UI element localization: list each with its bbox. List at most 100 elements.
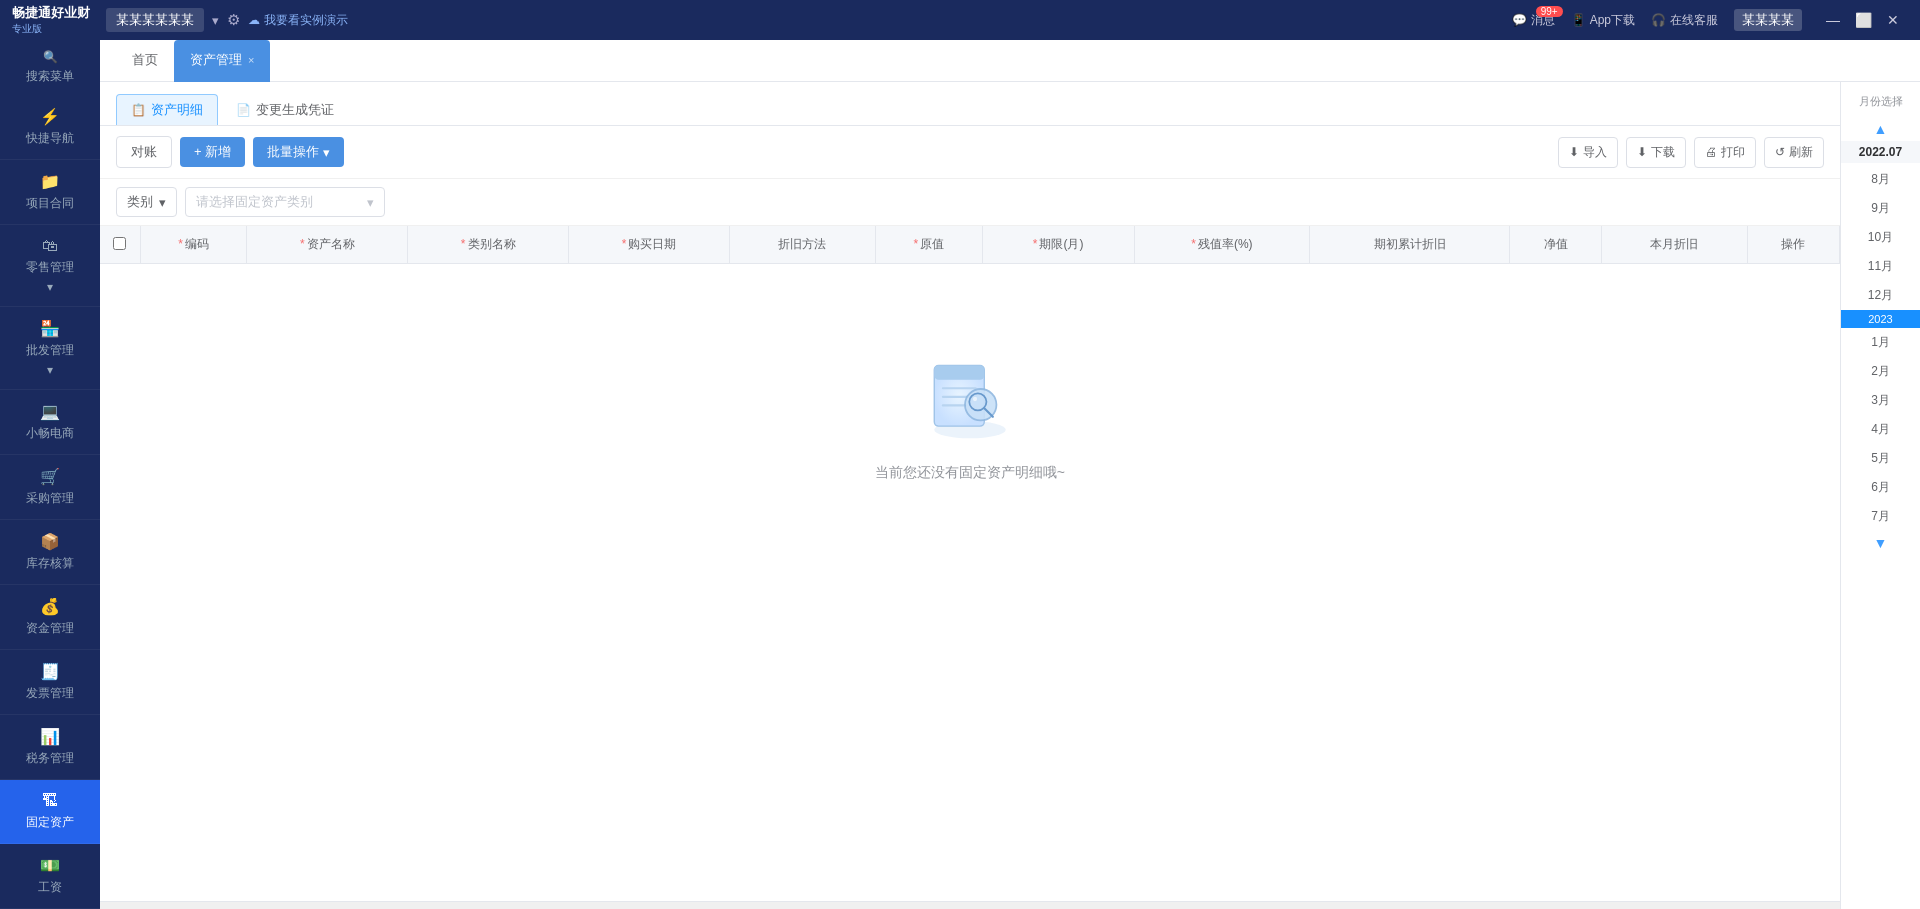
- refresh-icon: ↺: [1775, 145, 1785, 159]
- sidebar-item-salary[interactable]: 💵 工资: [0, 844, 100, 909]
- sub-tab-voucher[interactable]: 📄 变更生成凭证: [222, 95, 348, 125]
- sidebar-item-quick-nav[interactable]: ⚡ 快捷导航: [0, 95, 100, 160]
- th-period: *期限(月): [982, 226, 1134, 264]
- match-button[interactable]: 对账: [116, 136, 172, 168]
- message-badge: 99+: [1536, 6, 1563, 17]
- online-service-button[interactable]: 🎧 在线客服: [1651, 12, 1718, 29]
- app-download-label: App下载: [1590, 12, 1635, 29]
- finance-icon: 💰: [40, 597, 60, 616]
- month-item-3[interactable]: 3月: [1841, 386, 1920, 415]
- month-item-9[interactable]: 9月: [1841, 194, 1920, 223]
- sidebar-item-fixed-assets[interactable]: 🏗 固定资产: [0, 780, 100, 844]
- month-item-12[interactable]: 12月: [1841, 281, 1920, 310]
- fixed-assets-icon: 🏗: [42, 792, 58, 810]
- tab-asset[interactable]: 资产管理 ×: [174, 40, 270, 82]
- month-item-5[interactable]: 5月: [1841, 444, 1920, 473]
- month-item-6[interactable]: 6月: [1841, 473, 1920, 502]
- sidebar-item-project[interactable]: 📁 项目合同: [0, 160, 100, 225]
- filter-row: 类别 ▾ 请选择固定资产类别 ▾: [100, 179, 1840, 226]
- sidebar-item-inventory[interactable]: 📦 库存核算: [0, 520, 100, 585]
- maximize-button[interactable]: ⬜: [1848, 5, 1878, 35]
- sidebar-item-wholesale-label: 批发管理: [26, 342, 74, 359]
- month-item-7[interactable]: 7月: [1841, 502, 1920, 531]
- wholesale-arrow: ▾: [47, 363, 53, 377]
- th-residual-rate: *残值率(%): [1134, 226, 1310, 264]
- print-label: 打印: [1721, 144, 1745, 161]
- sidebar-item-finance[interactable]: 💰 资金管理: [0, 585, 100, 650]
- close-button[interactable]: ✕: [1878, 5, 1908, 35]
- message-icon: 💬: [1512, 13, 1527, 27]
- minimize-button[interactable]: —: [1818, 5, 1848, 35]
- svg-rect-2: [934, 365, 984, 379]
- import-icon: ⬇: [1569, 145, 1579, 159]
- ecommerce-icon: 💻: [40, 402, 60, 421]
- import-button[interactable]: ⬇ 导入: [1558, 137, 1618, 168]
- invoice-icon: 🧾: [40, 662, 60, 681]
- sidebar: 🔍 搜索菜单 ⚡ 快捷导航 📁 项目合同 🛍 零售管理 ▾ 🏪 批发管理 ▾ 💻…: [0, 40, 100, 909]
- download-icon: ⬇: [1637, 145, 1647, 159]
- empty-illustration: [910, 344, 1030, 444]
- page-content: 📋 资产明细 📄 变更生成凭证 对账 + 新增 批量操作 ▾: [100, 82, 1920, 909]
- inventory-icon: 📦: [40, 532, 60, 551]
- month-item-1[interactable]: 1月: [1841, 328, 1920, 357]
- add-button[interactable]: + 新增: [180, 137, 245, 167]
- month-picker-up[interactable]: ▲: [1870, 117, 1892, 141]
- category-input[interactable]: 请选择固定资产类别 ▾: [185, 187, 385, 217]
- company-dropdown-icon[interactable]: ▾: [212, 13, 219, 28]
- sidebar-item-salary-label: 工资: [38, 879, 62, 896]
- month-item-10[interactable]: 10月: [1841, 223, 1920, 252]
- sidebar-item-purchase[interactable]: 🛒 采购管理: [0, 455, 100, 520]
- sub-tab-detail[interactable]: 📋 资产明细: [116, 94, 218, 125]
- user-avatar[interactable]: 某某某某: [1734, 9, 1802, 31]
- month-picker-down[interactable]: ▼: [1870, 531, 1892, 555]
- demo-link[interactable]: ☁ 我要看实例演示: [248, 12, 348, 29]
- sidebar-item-retail[interactable]: 🛍 零售管理 ▾: [0, 225, 100, 307]
- select-all-checkbox[interactable]: [113, 237, 126, 250]
- tab-home[interactable]: 首页: [116, 40, 174, 82]
- th-purchase-date: *购买日期: [569, 226, 730, 264]
- cloud-icon: ☁: [248, 13, 260, 27]
- salary-icon: 💵: [40, 856, 60, 875]
- sidebar-item-ecommerce[interactable]: 💻 小畅电商: [0, 390, 100, 455]
- category-select[interactable]: 类别 ▾: [116, 187, 177, 217]
- content-area: 首页 资产管理 × 📋 资产明细 📄 变更生成凭证: [100, 40, 1920, 909]
- th-monthly-depreciation: 本月折旧: [1602, 226, 1748, 264]
- category-dropdown-icon: ▾: [159, 195, 166, 210]
- sidebar-item-tax-label: 税务管理: [26, 750, 74, 767]
- tab-home-label: 首页: [132, 51, 158, 69]
- message-button[interactable]: 💬 消息 99+: [1512, 12, 1555, 29]
- month-picker: 月份选择 ▲ 2022.07 8月 9月 10月 11月 12月 2023 1月…: [1840, 82, 1920, 909]
- month-item-4[interactable]: 4月: [1841, 415, 1920, 444]
- month-item-8[interactable]: 8月: [1841, 165, 1920, 194]
- app-subtitle: 专业版: [12, 22, 42, 36]
- print-button[interactable]: 🖨 打印: [1694, 137, 1756, 168]
- sub-tabs: 📋 资产明细 📄 变更生成凭证: [100, 82, 1840, 126]
- refresh-button[interactable]: ↺ 刷新: [1764, 137, 1824, 168]
- th-checkbox[interactable]: [100, 226, 140, 264]
- th-original-value: *原值: [875, 226, 982, 264]
- download-label: 下载: [1651, 144, 1675, 161]
- settings-icon[interactable]: ⚙: [227, 11, 240, 29]
- month-item-11[interactable]: 11月: [1841, 252, 1920, 281]
- voucher-tab-icon: 📄: [236, 103, 251, 117]
- app-download-button[interactable]: 📱 App下载: [1571, 12, 1635, 29]
- demo-link-text: 我要看实例演示: [264, 12, 348, 29]
- purchase-icon: 🛒: [40, 467, 60, 486]
- sidebar-item-invoice[interactable]: 🧾 发票管理: [0, 650, 100, 715]
- batch-button[interactable]: 批量操作 ▾: [253, 137, 344, 167]
- tab-asset-close[interactable]: ×: [248, 54, 254, 66]
- sidebar-item-tax[interactable]: 📊 税务管理: [0, 715, 100, 780]
- bottom-scrollbar[interactable]: [100, 901, 1840, 909]
- category-input-arrow: ▾: [367, 195, 374, 210]
- month-picker-year: 2022.07: [1841, 141, 1920, 163]
- company-name[interactable]: 某某某某某某: [106, 8, 204, 32]
- top-bar: 畅捷通好业财 专业版 某某某某某某 ▾ ⚙ ☁ 我要看实例演示 💬 消息 99+…: [0, 0, 1920, 40]
- th-depreciation-method: 折旧方法: [729, 226, 875, 264]
- month-item-2[interactable]: 2月: [1841, 357, 1920, 386]
- sidebar-item-search[interactable]: 🔍 搜索菜单: [0, 40, 100, 95]
- sidebar-item-wholesale[interactable]: 🏪 批发管理 ▾: [0, 307, 100, 390]
- sidebar-item-inventory-label: 库存核算: [26, 555, 74, 572]
- empty-text: 当前您还没有固定资产明细哦~: [875, 464, 1065, 482]
- year-badge-2023: 2023: [1841, 310, 1920, 328]
- download-button[interactable]: ⬇ 下载: [1626, 137, 1686, 168]
